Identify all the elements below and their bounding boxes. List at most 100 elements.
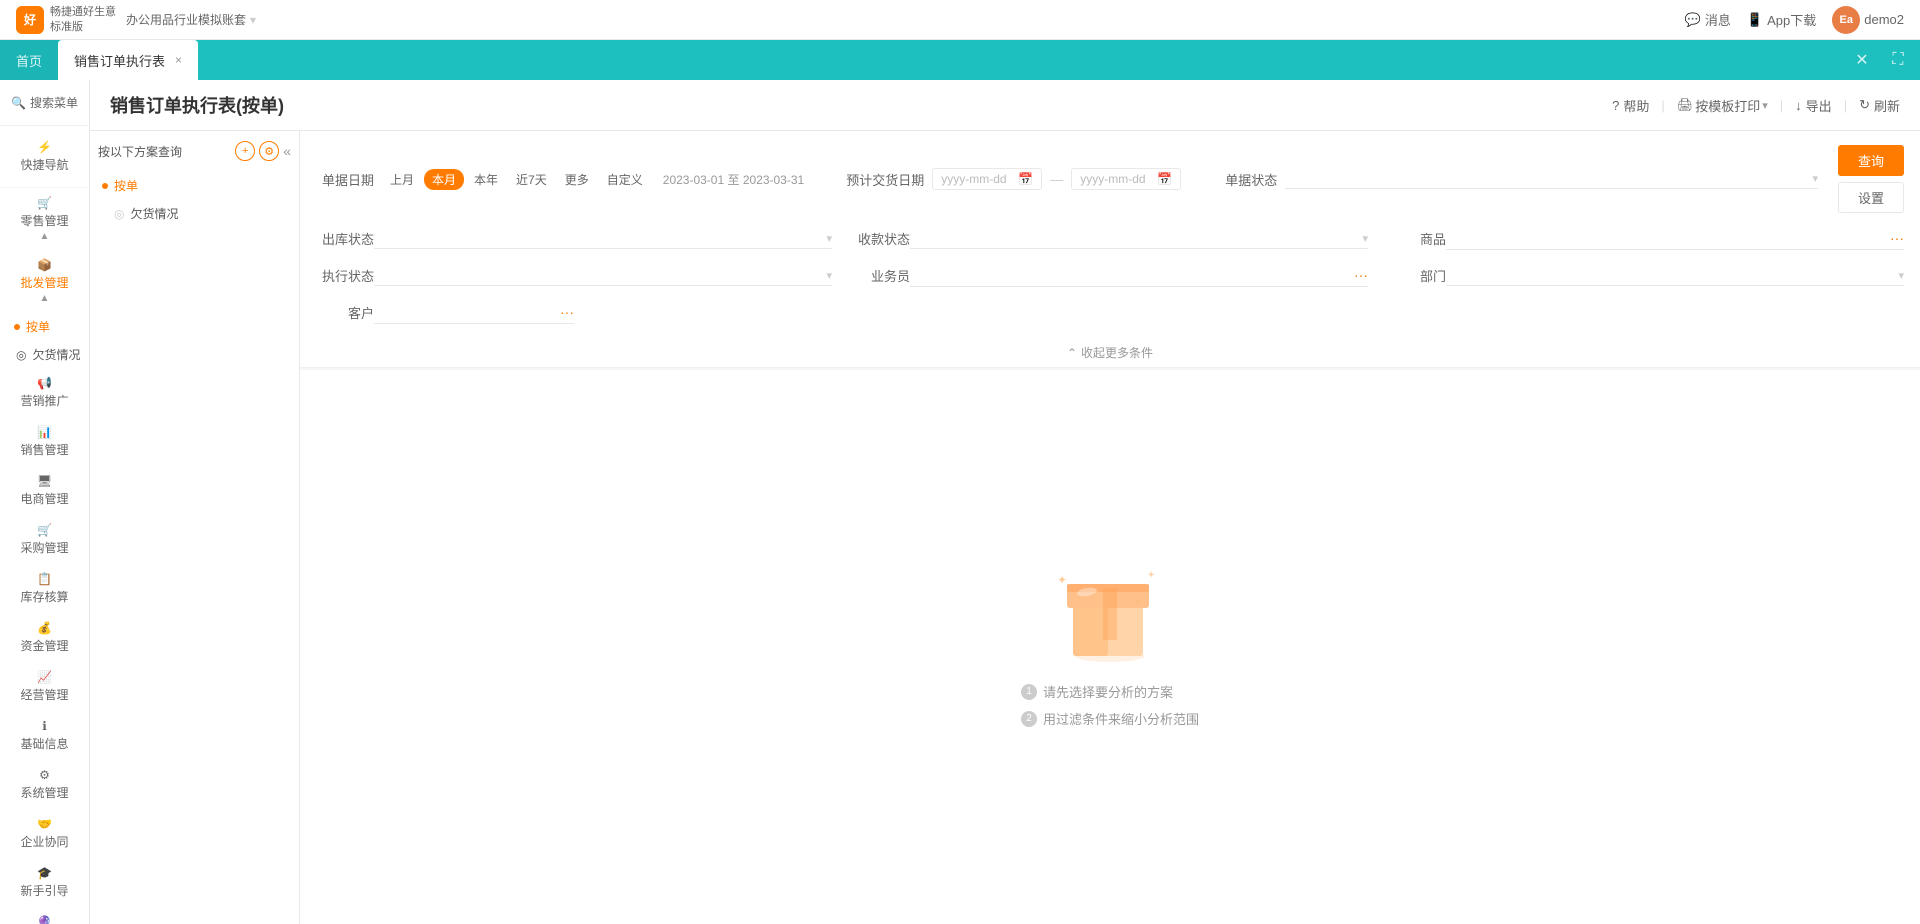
tab-sales-order[interactable]: 销售订单执行表 ×	[58, 40, 198, 80]
receipt-status-arrow: ▾	[1362, 232, 1368, 245]
sidebar-item-system[interactable]: ⚙ 系统管理	[0, 760, 89, 809]
message-nav[interactable]: 💬 消息	[1685, 10, 1731, 29]
status-select-arrow: ▾	[1812, 172, 1818, 185]
retail-expand-icon: ▲	[40, 231, 50, 242]
scheme-sub-icon: ◎	[16, 348, 26, 362]
sidebar-item-basic-info[interactable]: ℹ 基础信息	[0, 711, 89, 760]
refresh-button[interactable]: ↻ 刷新	[1859, 96, 1900, 115]
tab-expand-btn[interactable]: ⛶	[1884, 46, 1912, 74]
expected-date-end-input[interactable]: yyyy-mm-dd 📅	[1071, 168, 1181, 190]
quick-nav-icon: ⚡	[37, 140, 52, 154]
wholesale-expand-icon: ▲	[40, 293, 50, 304]
salesperson-label: 业务员	[852, 266, 910, 285]
page-title: 销售订单执行表(按单)	[110, 92, 284, 130]
date-label: 单据日期	[316, 170, 374, 189]
sidebar-item-finance[interactable]: 💰 资金管理	[0, 613, 89, 662]
scheme-item-quehuoqingkuang[interactable]: ◎ 欠货情况	[0, 341, 89, 368]
export-icon: ↓	[1795, 98, 1802, 113]
salesperson-more-icon[interactable]: ···	[1354, 267, 1368, 283]
goods-label: 商品	[1388, 229, 1446, 248]
sidebar-item-operations[interactable]: 📈 经营管理	[0, 662, 89, 711]
print-dropdown-icon[interactable]: ▾	[1762, 99, 1768, 112]
sidebar-item-wholesale[interactable]: 📦 批发管理 ▲	[0, 250, 89, 312]
tab-home[interactable]: 首页	[0, 40, 58, 80]
sidebar-item-newbie[interactable]: 🎓 新手引导	[0, 858, 89, 907]
receipt-status-select[interactable]: ▾	[910, 229, 1368, 249]
goods-more-icon[interactable]: ···	[1890, 230, 1904, 246]
scheme-settings-button[interactable]: ⚙	[259, 141, 279, 161]
sidebar-item-retail[interactable]: 🛒 零售管理 ▲	[0, 188, 89, 250]
calendar-icon-end: 📅	[1157, 172, 1172, 186]
scheme-sub-bullet-icon: ◎	[114, 207, 124, 221]
sidebar-item-sales[interactable]: 📊 销售管理	[0, 417, 89, 466]
app-download-nav[interactable]: 📱 App下载	[1747, 10, 1816, 29]
main-layout: 🔍 搜索菜单 ⚡ 快捷导航 🛒 零售管理 ▲ 📦 批发管理 ▲	[0, 80, 1920, 924]
calendar-icon-start: 📅	[1018, 172, 1033, 186]
breadcrumb: 办公用品行业模拟账套 ▾	[126, 11, 256, 28]
scheme-collapse-button[interactable]: «	[283, 143, 291, 159]
content-area: 销售订单执行表(按单) ? 帮助 | 🖨 按模板打印 ▾ | ↓ 导出 |	[90, 80, 1920, 924]
scheme-header-actions: + ⚙ «	[235, 141, 291, 161]
date-tab-more[interactable]: 更多	[557, 169, 597, 190]
empty-text-1: 1 请先选择要分析的方案	[1021, 682, 1199, 701]
tab-close-icon[interactable]: ×	[175, 53, 182, 67]
svg-text:✦: ✦	[1147, 570, 1155, 581]
search-menu-button[interactable]: 🔍 搜索菜单	[8, 90, 81, 115]
filter-table-layout: 按以下方案查询 + ⚙ « 按单 ◎ 欠货情况	[90, 131, 1920, 924]
export-button[interactable]: ↓ 导出	[1795, 96, 1832, 115]
status-label: 单据状态	[1221, 170, 1277, 189]
customer-more-icon[interactable]: ···	[560, 304, 574, 320]
scheme-item-main-andan[interactable]: 按单	[98, 171, 291, 200]
salesperson-input[interactable]: ···	[910, 264, 1368, 287]
status-select[interactable]: ▾	[1285, 169, 1818, 189]
exec-status-arrow: ▾	[826, 269, 832, 282]
sidebar-item-app-center[interactable]: 🔮 应用中心	[0, 907, 89, 924]
date-tab-thismonth[interactable]: 本月	[424, 169, 464, 190]
ecommerce-icon: 🖥	[37, 474, 52, 488]
sidebar-item-cooperation[interactable]: 🤝 企业协同	[0, 809, 89, 858]
divider1: |	[1661, 98, 1664, 113]
date-tab-lastmonth[interactable]: 上月	[382, 169, 422, 190]
empty-text-2: 2 用过滤条件来缩小分析范围	[1021, 709, 1199, 728]
scheme-add-button[interactable]: +	[235, 141, 255, 161]
settings-button[interactable]: 设置	[1838, 182, 1904, 213]
sidebar-sections: 🛒 零售管理 ▲ 📦 批发管理 ▲ 按单 ◎ 欠货情况 📢 营销推广	[0, 188, 89, 924]
sidebar-item-ecommerce[interactable]: 🖥 电商管理	[0, 466, 89, 515]
sales-icon: 📊	[37, 425, 52, 439]
sidebar-item-inventory[interactable]: 📋 库存核算	[0, 564, 89, 613]
help-button[interactable]: ? 帮助	[1612, 96, 1649, 115]
collapse-bar[interactable]: ⌃ 收起更多条件	[316, 338, 1904, 367]
expected-date-start-input[interactable]: yyyy-mm-dd 📅	[932, 168, 1042, 190]
divider3: |	[1844, 98, 1847, 113]
operations-icon: 📈	[37, 670, 52, 684]
sidebar-search-area: 🔍 搜索菜单	[0, 80, 89, 126]
empty-state: ✦ ✦ ✦ 1 请先选择要分析的方案 2	[1021, 566, 1199, 728]
out-status-select[interactable]: ▾	[374, 229, 832, 249]
out-status-arrow: ▾	[826, 232, 832, 245]
basic-info-icon: ℹ	[42, 719, 47, 733]
top-bar: 好 畅捷通好生意 标准版 办公用品行业模拟账套 ▾ 💬 消息 📱 App下载 E…	[0, 0, 1920, 40]
sidebar-item-quick-nav[interactable]: ⚡ 快捷导航	[0, 132, 89, 181]
department-select[interactable]: ▾	[1446, 266, 1904, 286]
user-nav[interactable]: Ea demo2	[1832, 6, 1904, 34]
breadcrumb-dropdown-icon[interactable]: ▾	[250, 13, 256, 27]
finance-icon: 💰	[37, 621, 52, 635]
sidebar-item-marketing[interactable]: 📢 营销推广	[0, 368, 89, 417]
query-button[interactable]: 查询	[1838, 145, 1904, 176]
tab-close-all-btn[interactable]: ✕	[1848, 46, 1876, 74]
customer-input[interactable]: ···	[374, 301, 574, 324]
scheme-item-sub-quehuoqingkuang[interactable]: ◎ 欠货情况	[98, 200, 291, 227]
scheme-item-andan[interactable]: 按单	[0, 312, 89, 341]
table-area: ✦ ✦ ✦ 1 请先选择要分析的方案 2	[300, 370, 1920, 924]
date-tab-7days[interactable]: 近7天	[508, 169, 555, 190]
exec-status-select[interactable]: ▾	[374, 266, 832, 286]
sidebar-item-purchase[interactable]: 🛒 采购管理	[0, 515, 89, 564]
date-tab-thisyear[interactable]: 本年	[466, 169, 506, 190]
customer-label: 客户	[316, 303, 374, 322]
newbie-icon: 🎓	[37, 866, 52, 880]
empty-box-svg: ✦ ✦ ✦	[1055, 566, 1165, 666]
page-header: 销售订单执行表(按单) ? 帮助 | 🖨 按模板打印 ▾ | ↓ 导出 |	[90, 80, 1920, 131]
goods-input[interactable]: ···	[1446, 227, 1904, 250]
date-tab-custom[interactable]: 自定义	[599, 169, 651, 190]
scheme-panel: 按以下方案查询 + ⚙ « 按单 ◎ 欠货情况	[90, 131, 300, 924]
